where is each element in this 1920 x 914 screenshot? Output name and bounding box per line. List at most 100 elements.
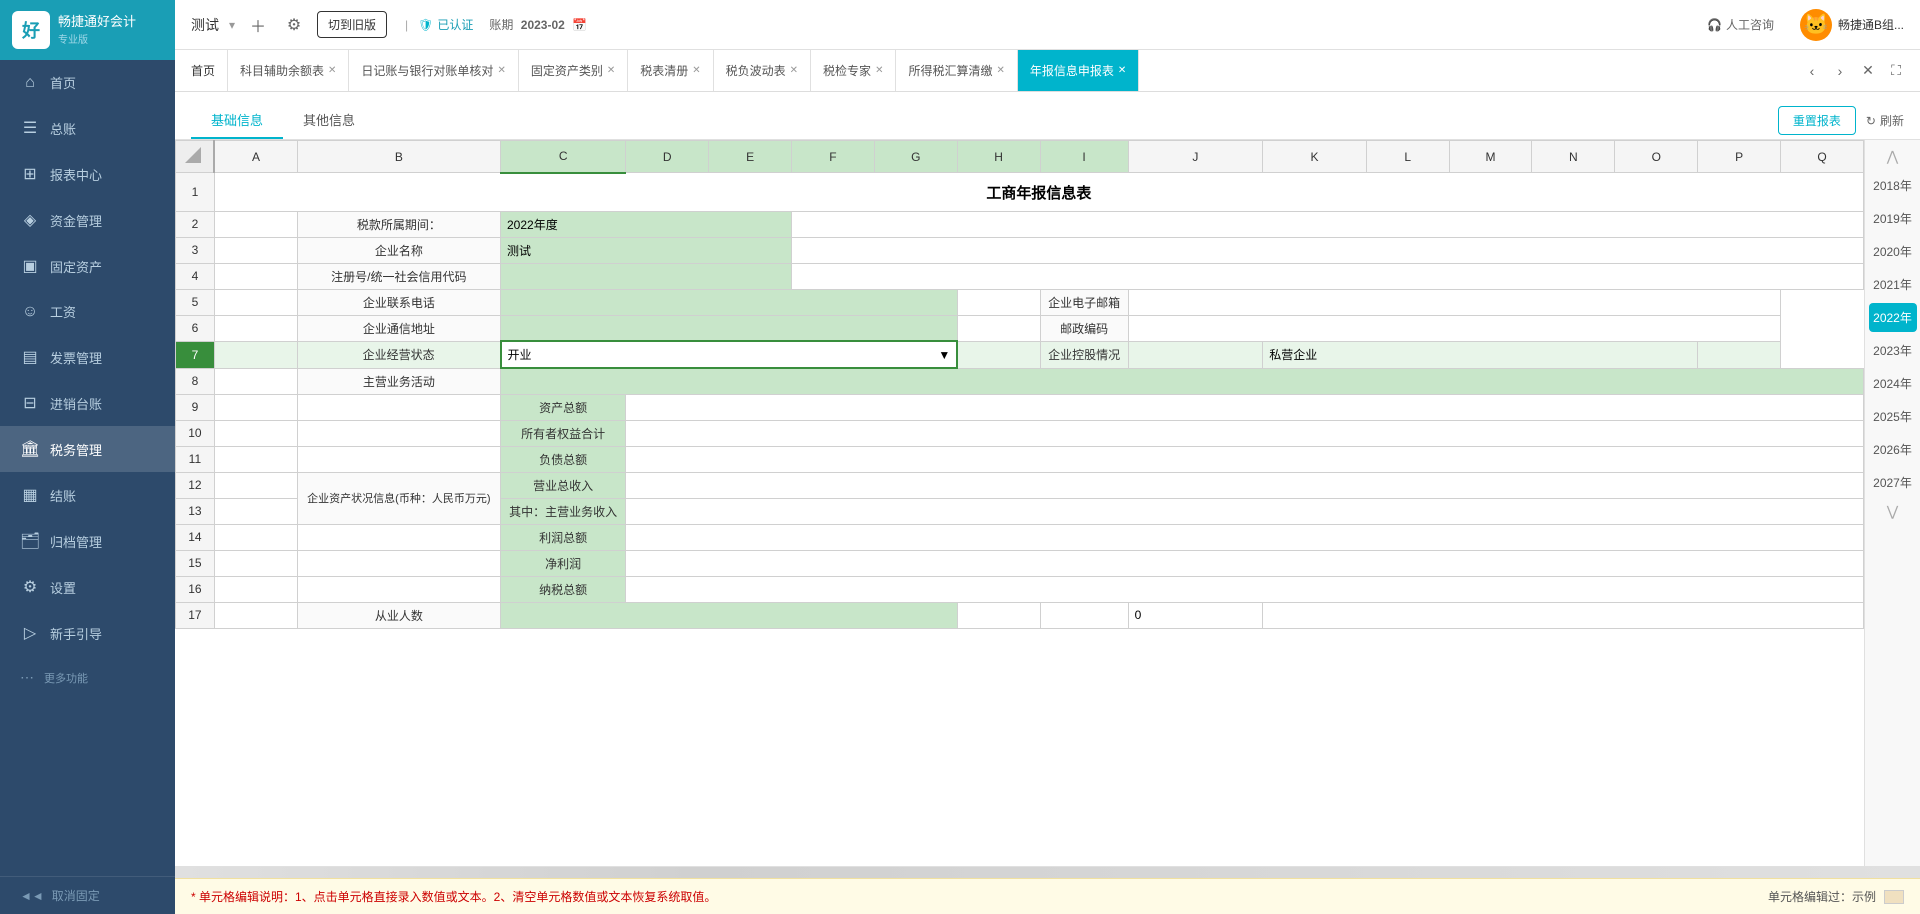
cell-8a[interactable] — [214, 368, 297, 394]
sidebar-item-fund[interactable]: ◈ 资金管理 — [0, 197, 175, 243]
tab-close-all-btn[interactable]: ✕ — [1856, 59, 1880, 83]
year-2021[interactable]: 2021年 — [1869, 270, 1917, 299]
cell-10a[interactable] — [214, 420, 297, 446]
cell-16a[interactable] — [214, 576, 297, 602]
cell-7k[interactable] — [1128, 341, 1263, 368]
cell-17k[interactable] — [1263, 602, 1864, 628]
cell-5c[interactable] — [501, 289, 958, 315]
sub-tab-other[interactable]: 其他信息 — [283, 102, 375, 139]
year-2027[interactable]: 2027年 — [1869, 468, 1917, 497]
year-2026[interactable]: 2026年 — [1869, 435, 1917, 464]
row-num-17[interactable]: 17 — [176, 602, 215, 628]
col-k[interactable]: K — [1263, 141, 1367, 173]
env-dropdown-icon[interactable]: ▾ — [229, 18, 235, 32]
tab-subject-close[interactable]: ✕ — [328, 65, 336, 76]
tab-tax-table-close[interactable]: ✕ — [692, 65, 700, 76]
cell-10d[interactable] — [626, 420, 1864, 446]
year-2025[interactable]: 2025年 — [1869, 402, 1917, 431]
tab-fixed-asset[interactable]: 固定资产类别 ✕ — [519, 50, 628, 92]
sidebar-collapse-btn[interactable]: ◄◄ 取消固定 — [0, 876, 175, 914]
col-f[interactable]: F — [792, 141, 875, 173]
cell-6i[interactable] — [957, 315, 1040, 341]
cell-14b[interactable] — [297, 524, 500, 550]
cell-17i[interactable] — [1040, 602, 1128, 628]
tab-annual-report[interactable]: 年报信息申报表 ✕ — [1018, 50, 1139, 92]
cell-11d[interactable] — [626, 446, 1864, 472]
row-num-14[interactable]: 14 — [176, 524, 215, 550]
cell-17j[interactable]: 0 — [1128, 602, 1263, 628]
reset-report-button[interactable]: 重置报表 — [1778, 106, 1856, 135]
cell-11b[interactable] — [297, 446, 500, 472]
col-b[interactable]: B — [297, 141, 500, 173]
year-up-btn[interactable]: ⋀ — [1883, 144, 1902, 169]
year-2024[interactable]: 2024年 — [1869, 369, 1917, 398]
tab-income-tax[interactable]: 所得税汇算清缴 ✕ — [896, 50, 1017, 92]
cell-17c[interactable] — [501, 602, 958, 628]
cell-7i[interactable] — [957, 341, 1040, 368]
cell-7l[interactable]: 私营企业 — [1263, 341, 1698, 368]
cell-15b[interactable] — [297, 550, 500, 576]
tab-tax-fluctuation-close[interactable]: ✕ — [790, 65, 798, 76]
tab-home[interactable]: 首页 — [179, 50, 228, 92]
spreadsheet-area[interactable]: A B C D E F G H I J K L — [175, 140, 1864, 866]
tab-fixed-asset-close[interactable]: ✕ — [607, 65, 615, 76]
cell-10b[interactable] — [297, 420, 500, 446]
cell-6a[interactable] — [214, 315, 297, 341]
row-num-10[interactable]: 10 — [176, 420, 215, 446]
cell-4f[interactable] — [792, 263, 1864, 289]
year-down-btn[interactable]: ⋁ — [1883, 499, 1902, 524]
sidebar-item-payroll[interactable]: ☺ 工资 — [0, 289, 175, 334]
add-tab-button[interactable]: ＋ — [245, 12, 271, 38]
cell-9b[interactable] — [297, 394, 500, 420]
cell-12a[interactable] — [214, 472, 297, 498]
tab-journal-close[interactable]: ✕ — [497, 65, 505, 76]
year-2020[interactable]: 2020年 — [1869, 237, 1917, 266]
old-version-button[interactable]: 切到旧版 — [317, 11, 387, 38]
col-q[interactable]: Q — [1781, 141, 1864, 173]
sidebar-item-more[interactable]: ⋯ 更多功能 — [0, 656, 175, 699]
cell-7c-dropdown[interactable]: 开业 ▼ — [501, 341, 958, 368]
row-num-3[interactable]: 3 — [176, 237, 215, 263]
tab-tax-table[interactable]: 税表清册 ✕ — [628, 50, 713, 92]
col-i[interactable]: I — [1040, 141, 1128, 173]
year-2023[interactable]: 2023年 — [1869, 336, 1917, 365]
cell-15d[interactable] — [626, 550, 1864, 576]
cell-17a[interactable] — [214, 602, 297, 628]
row-num-11[interactable]: 11 — [176, 446, 215, 472]
row-num-1[interactable]: 1 — [176, 173, 215, 212]
cell-6k[interactable] — [1128, 315, 1780, 341]
col-p[interactable]: P — [1698, 141, 1781, 173]
year-2019[interactable]: 2019年 — [1869, 204, 1917, 233]
cell-13d[interactable] — [626, 498, 1864, 524]
calendar-icon[interactable]: 📅 — [572, 18, 587, 32]
col-m[interactable]: M — [1449, 141, 1532, 173]
cell-7a[interactable] — [214, 341, 297, 368]
row-num-9[interactable]: 9 — [176, 394, 215, 420]
col-o[interactable]: O — [1615, 141, 1698, 173]
tab-prev-btn[interactable]: ‹ — [1800, 59, 1824, 83]
sheet-title-cell[interactable]: 工商年报信息表 — [214, 173, 1863, 212]
cell-16b[interactable] — [297, 576, 500, 602]
col-n[interactable]: N — [1532, 141, 1615, 173]
cell-5i[interactable] — [957, 289, 1040, 315]
cell-9d[interactable] — [626, 394, 1864, 420]
year-2022[interactable]: 2022年 — [1869, 303, 1917, 332]
row-num-12[interactable]: 12 — [176, 472, 215, 498]
row-num-2[interactable]: 2 — [176, 211, 215, 237]
cell-16d[interactable] — [626, 576, 1864, 602]
row-num-5[interactable]: 5 — [176, 289, 215, 315]
horizontal-scrollbar[interactable] — [175, 866, 1920, 878]
cell-3c[interactable]: 测试 — [501, 237, 792, 263]
col-d[interactable]: D — [626, 141, 709, 173]
cell-3f[interactable] — [792, 237, 1864, 263]
cell-11a[interactable] — [214, 446, 297, 472]
row-num-15[interactable]: 15 — [176, 550, 215, 576]
cell-5a[interactable] — [214, 289, 297, 315]
row-num-13[interactable]: 13 — [176, 498, 215, 524]
cell-7q[interactable] — [1698, 341, 1781, 368]
row-num-4[interactable]: 4 — [176, 263, 215, 289]
sidebar-item-home[interactable]: ⌂ 首页 — [0, 60, 175, 105]
cell-14a[interactable] — [214, 524, 297, 550]
cell-2f[interactable] — [792, 211, 1864, 237]
col-a[interactable]: A — [214, 141, 297, 173]
